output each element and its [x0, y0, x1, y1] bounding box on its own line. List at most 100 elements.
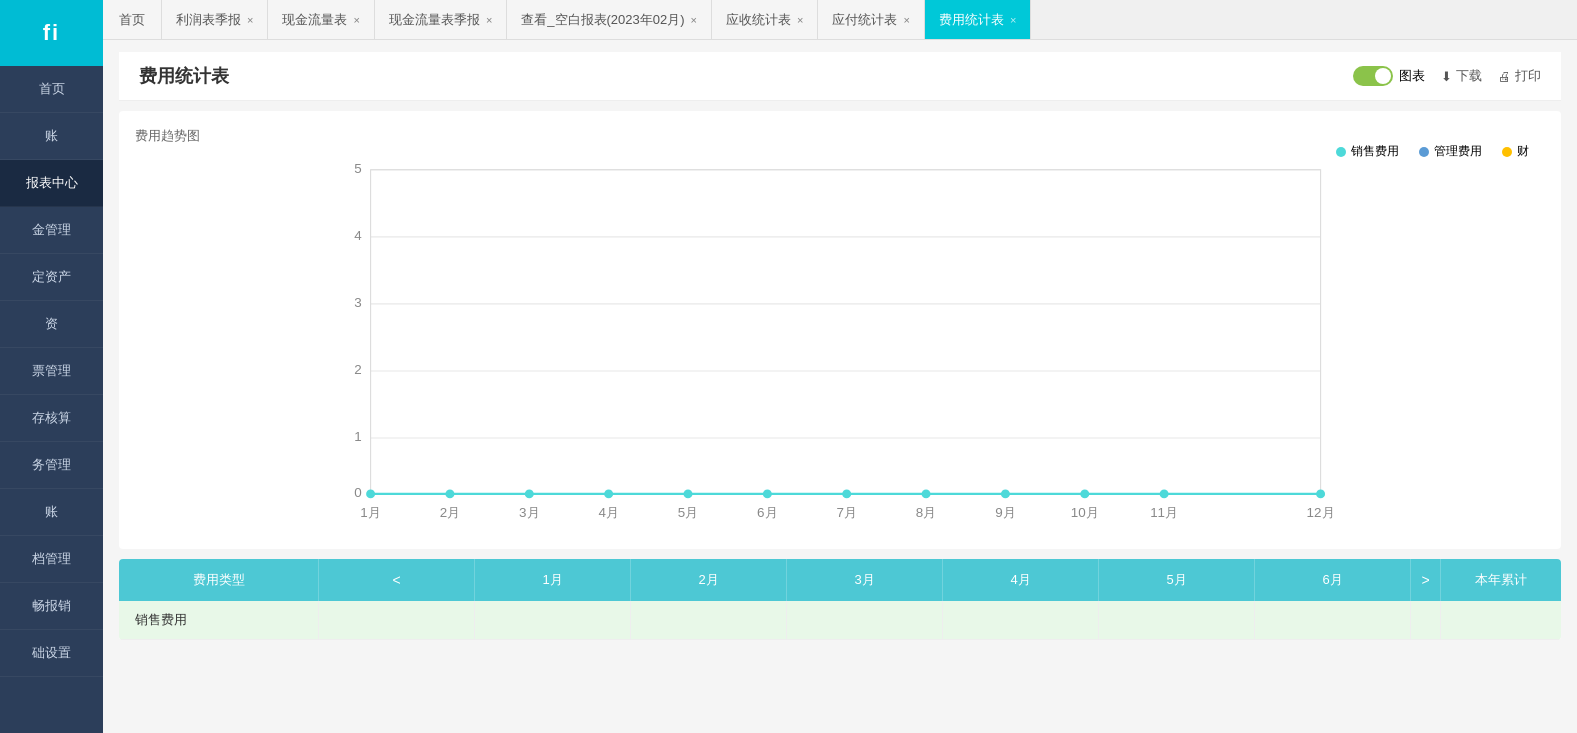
tab-ap[interactable]: 应付统计表 ×: [818, 0, 924, 40]
tab-blank[interactable]: 查看_空白报表(2023年02月) ×: [507, 0, 712, 40]
download-button[interactable]: ⬇ 下载: [1441, 67, 1482, 85]
sidebar-item-capital[interactable]: 资: [0, 301, 103, 348]
svg-text:2月: 2月: [440, 505, 460, 520]
next-month-button[interactable]: >: [1415, 572, 1435, 588]
sidebar-logo: fi: [0, 0, 103, 66]
sidebar-item-settings[interactable]: 础设置: [0, 630, 103, 677]
svg-text:0: 0: [354, 485, 361, 500]
td-m6: [1255, 601, 1411, 639]
sidebar-item-finance[interactable]: 金管理: [0, 207, 103, 254]
table-row: 销售费用: [119, 601, 1561, 640]
tab-close-profit[interactable]: ×: [247, 14, 253, 26]
th-next-btn[interactable]: >: [1411, 559, 1441, 601]
tab-expense[interactable]: 费用统计表 ×: [925, 0, 1031, 40]
td-m2: [631, 601, 787, 639]
th-month-5: 5月: [1099, 559, 1255, 601]
sidebar-item-home[interactable]: 首页: [0, 66, 103, 113]
tab-cashflow-q[interactable]: 现金流量表季报 ×: [375, 0, 507, 40]
main-area: 首页 利润表季报 × 现金流量表 × 现金流量表季报 × 查看_空白报表(202…: [103, 0, 1577, 733]
tab-close-expense[interactable]: ×: [1010, 14, 1016, 26]
sidebar-item-invoice[interactable]: 票管理: [0, 348, 103, 395]
print-button[interactable]: 🖨 打印: [1498, 67, 1541, 85]
th-month-6: 6月: [1255, 559, 1411, 601]
svg-point-20: [922, 489, 931, 498]
svg-text:4月: 4月: [598, 505, 618, 520]
sidebar-item-archive[interactable]: 档管理: [0, 536, 103, 583]
svg-point-21: [1001, 489, 1010, 498]
svg-text:8月: 8月: [916, 505, 936, 520]
svg-point-17: [684, 489, 693, 498]
th-month-1: 1月: [475, 559, 631, 601]
tab-close-cashflow[interactable]: ×: [353, 14, 359, 26]
sidebar-item-assets[interactable]: 定资产: [0, 254, 103, 301]
svg-text:11月: 11月: [1150, 505, 1178, 520]
page-header: 费用统计表 图表 ⬇ 下载 🖨 打印: [119, 52, 1561, 101]
td-total: [1441, 601, 1561, 639]
th-total: 本年累计: [1441, 559, 1561, 601]
td-m5: [1099, 601, 1255, 639]
svg-text:6月: 6月: [757, 505, 777, 520]
svg-text:1月: 1月: [360, 505, 380, 520]
download-icon: ⬇: [1441, 69, 1452, 84]
th-month-3: 3月: [787, 559, 943, 601]
svg-text:1: 1: [354, 429, 361, 444]
chart-card: 费用趋势图 销售费用 管理费用 财: [119, 111, 1561, 549]
tab-close-cashflow-q[interactable]: ×: [486, 14, 492, 26]
svg-text:9月: 9月: [995, 505, 1015, 520]
tabs-bar: 首页 利润表季报 × 现金流量表 × 现金流量表季报 × 查看_空白报表(202…: [103, 0, 1577, 40]
chart-toggle-label: 图表: [1399, 67, 1425, 85]
tab-close-blank[interactable]: ×: [691, 14, 697, 26]
td-m4: [943, 601, 1099, 639]
th-type: 费用类型: [119, 559, 319, 601]
svg-text:5月: 5月: [678, 505, 698, 520]
svg-point-14: [445, 489, 454, 498]
svg-point-19: [842, 489, 851, 498]
content-area: 费用统计表 图表 ⬇ 下载 🖨 打印 费用趋势图: [103, 40, 1577, 733]
prev-month-button[interactable]: <: [386, 572, 406, 588]
sidebar-item-account[interactable]: 账: [0, 113, 103, 160]
svg-point-13: [366, 489, 375, 498]
svg-point-16: [604, 489, 613, 498]
chart-area: 5 4 3 2 1 0: [135, 153, 1545, 533]
sidebar-item-inventory[interactable]: 存核算: [0, 395, 103, 442]
page-title: 费用统计表: [139, 64, 229, 88]
chart-svg: 5 4 3 2 1 0: [135, 153, 1545, 533]
chart-toggle[interactable]: [1353, 66, 1393, 86]
th-month-4: 4月: [943, 559, 1099, 601]
header-actions: 图表 ⬇ 下载 🖨 打印: [1353, 66, 1541, 86]
sidebar: fi 首页 账 报表中心 金管理 定资产 资 票管理 存核算 务管理 账 档管理…: [0, 0, 103, 733]
svg-text:3月: 3月: [519, 505, 539, 520]
table-header: 费用类型 < 1月 2月 3月 4月 5月: [119, 559, 1561, 601]
svg-point-23: [1160, 489, 1169, 498]
td-m3: [787, 601, 943, 639]
svg-rect-12: [371, 170, 1321, 494]
th-prev-btn[interactable]: <: [319, 559, 475, 601]
svg-text:4: 4: [354, 228, 362, 243]
sidebar-item-service[interactable]: 务管理: [0, 442, 103, 489]
sidebar-item-report[interactable]: 报表中心: [0, 160, 103, 207]
svg-point-24: [1316, 489, 1325, 498]
td-nav-space2: [1411, 601, 1441, 639]
tab-ar[interactable]: 应收统计表 ×: [712, 0, 818, 40]
chart-toggle-wrap[interactable]: 图表: [1353, 66, 1425, 86]
print-icon: 🖨: [1498, 69, 1511, 84]
td-nav-space: [319, 601, 475, 639]
tab-profit[interactable]: 利润表季报 ×: [162, 0, 268, 40]
svg-point-18: [763, 489, 772, 498]
data-table: 费用类型 < 1月 2月 3月 4月 5月: [119, 559, 1561, 640]
tab-close-ap[interactable]: ×: [903, 14, 909, 26]
svg-text:10月: 10月: [1071, 505, 1099, 520]
chart-title: 费用趋势图: [135, 127, 1545, 145]
sidebar-item-expense[interactable]: 畅报销: [0, 583, 103, 630]
th-month-2: 2月: [631, 559, 787, 601]
sidebar-item-ledger[interactable]: 账: [0, 489, 103, 536]
svg-point-22: [1080, 489, 1089, 498]
svg-point-15: [525, 489, 534, 498]
tab-home[interactable]: 首页: [103, 0, 162, 40]
svg-text:7月: 7月: [836, 505, 856, 520]
tab-close-ar[interactable]: ×: [797, 14, 803, 26]
svg-text:3: 3: [354, 295, 361, 310]
svg-text:12月: 12月: [1307, 505, 1335, 520]
svg-text:2: 2: [354, 362, 361, 377]
tab-cashflow[interactable]: 现金流量表 ×: [268, 0, 374, 40]
